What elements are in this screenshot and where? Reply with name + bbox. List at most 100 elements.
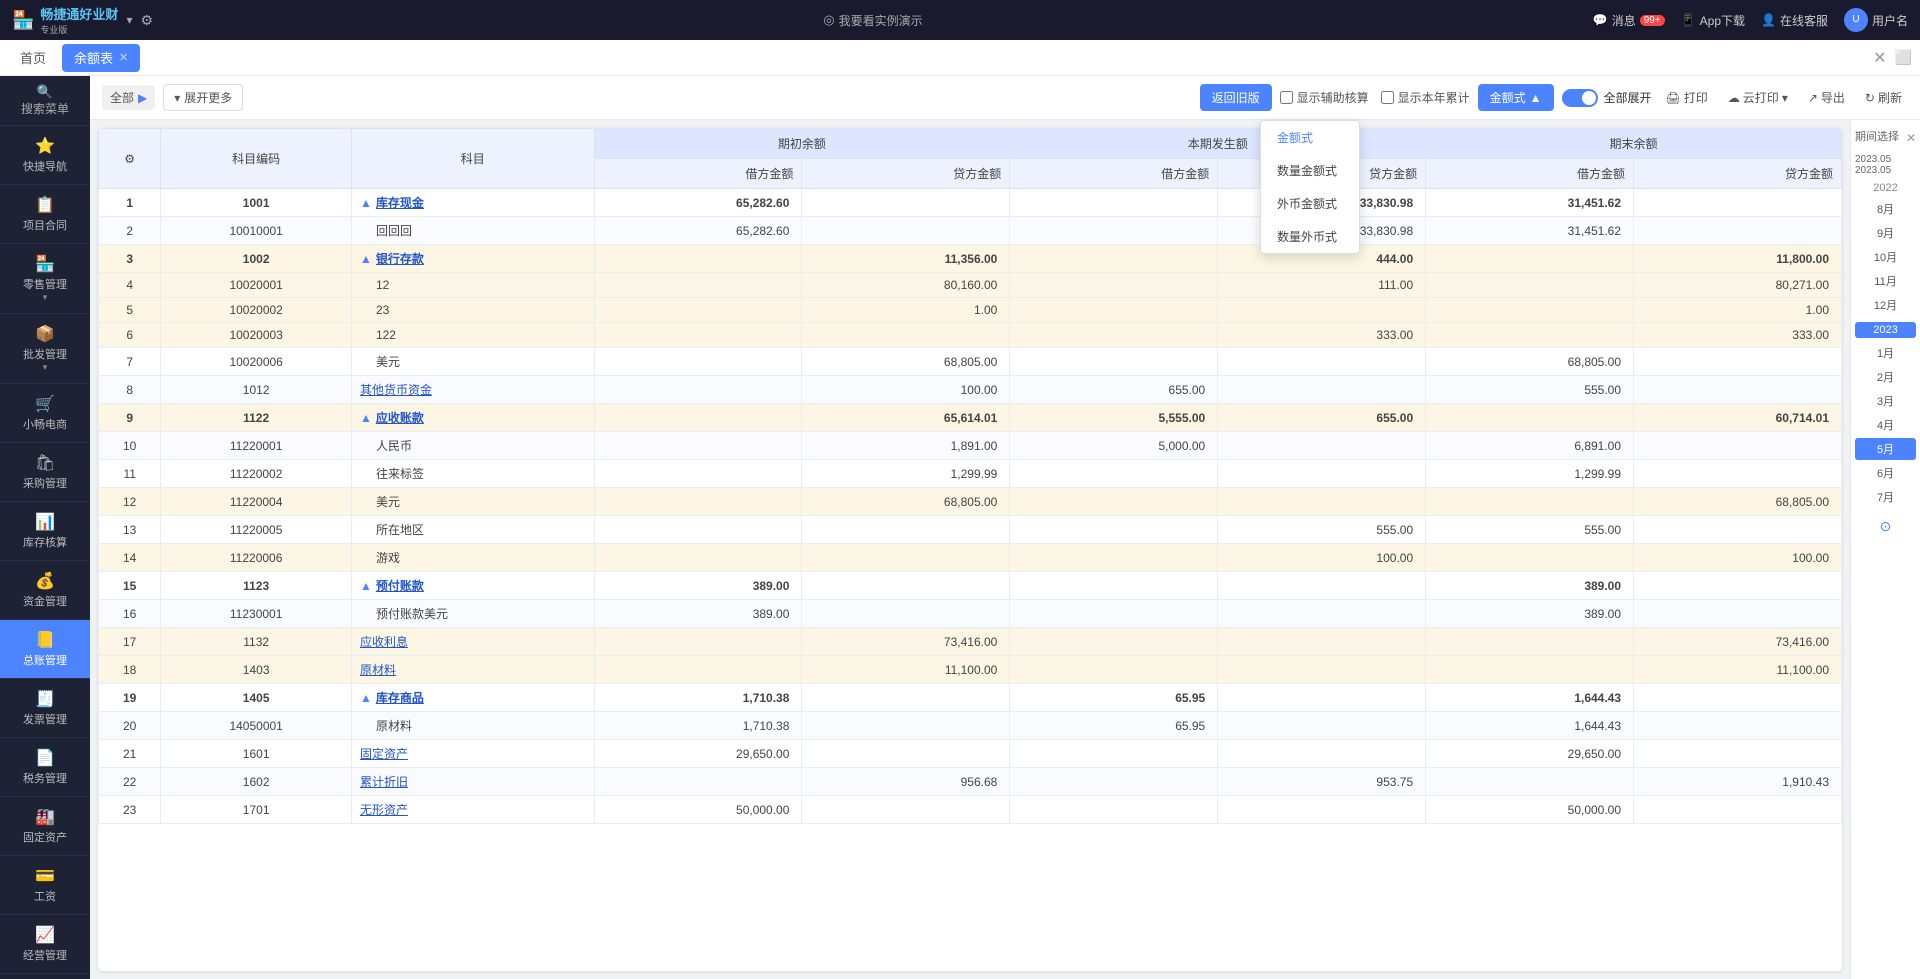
format-option-foreign-amount[interactable]: 外币金额式 [1261, 187, 1359, 220]
table-row[interactable]: 20 14050001 原材料 1,710.38 65.95 1,644.43 [99, 712, 1842, 740]
cloud-print-button[interactable]: ☁ 云打印 ▾ [1722, 85, 1794, 110]
table-row[interactable]: 18 1403 原材料 11,100.00 11,100.00 [99, 656, 1842, 684]
col-gear[interactable]: ⚙ [99, 129, 161, 189]
export-button[interactable]: ↗ 导出 [1802, 85, 1851, 110]
row-name[interactable]: ▲应收账款 [351, 404, 594, 432]
table-row[interactable]: 21 1601 固定资产 29,650.00 29,650.00 [99, 740, 1842, 768]
table-row[interactable]: 14 11220006 游戏 100.00 100.00 [99, 544, 1842, 572]
return-old-version-button[interactable]: 返回旧版 [1200, 84, 1272, 111]
sidebar-item-quick-nav[interactable]: ⭐ 快捷导航 [0, 126, 90, 185]
row-name[interactable]: ▲库存现金 [351, 189, 594, 217]
sidebar-item-capital[interactable]: 💰 资金管理 [0, 561, 90, 620]
sidebar-item-tax[interactable]: 📄 税务管理 [0, 738, 90, 797]
table-row[interactable]: 22 1602 累计折旧 956.68 953.75 1,910.43 [99, 768, 1842, 796]
row-name[interactable]: 无形资产 [351, 796, 594, 824]
row-name[interactable]: 回回回 [351, 217, 594, 245]
row-name[interactable]: 122 [351, 323, 594, 348]
tab-balance[interactable]: 余额表 ✕ [62, 44, 140, 72]
sidebar-item-invoice[interactable]: 🧾 发票管理 [0, 679, 90, 738]
table-row[interactable]: 1 1001 ▲库存现金 65,282.60 33,830.98 31,451.… [99, 189, 1842, 217]
row-name[interactable]: 固定资产 [351, 740, 594, 768]
sidebar-item-inventory[interactable]: 📊 库存核算 [0, 502, 90, 561]
format-option-amount[interactable]: 金额式 [1261, 121, 1359, 154]
table-row[interactable]: 13 11220005 所在地区 555.00 555.00 [99, 516, 1842, 544]
sidebar-item-fixed-assets[interactable]: 🏭 固定资产 [0, 797, 90, 856]
row-name[interactable]: 23 [351, 298, 594, 323]
table-row[interactable]: 23 1701 无形资产 50,000.00 50,000.00 [99, 796, 1842, 824]
month-2023-7[interactable]: 7月 [1855, 486, 1916, 508]
row-name[interactable]: 预付账款美元 [351, 600, 594, 628]
table-row[interactable]: 4 10020001 12 80,160.00 111.00 80,271.00 [99, 273, 1842, 298]
table-row[interactable]: 3 1002 ▲银行存款 11,356.00 444.00 11,800.00 [99, 245, 1842, 273]
refresh-button[interactable]: ↻ 刷新 [1859, 85, 1908, 110]
print-button[interactable]: 🖨 打印 [1660, 85, 1714, 110]
sidebar-item-sales[interactable]: 💼 小畅报销 [0, 974, 90, 979]
show-assist-checkbox[interactable]: 显示辅助核算 [1280, 89, 1369, 106]
table-row[interactable]: 16 11230001 预付账款美元 389.00 389.00 [99, 600, 1842, 628]
dropdown-arrow-icon[interactable]: ▾ [126, 13, 132, 27]
message-button[interactable]: 💬 消息 99+ [1593, 12, 1665, 29]
row-name[interactable]: 游戏 [351, 544, 594, 572]
row-name[interactable]: 应收利息 [351, 628, 594, 656]
table-row[interactable]: 19 1405 ▲库存商品 1,710.38 65.95 1,644.43 [99, 684, 1842, 712]
sidebar-item-purchase[interactable]: 🛍 采购管理 [0, 443, 90, 502]
month-2023-2[interactable]: 2月 [1855, 366, 1916, 388]
row-name[interactable]: 人民币 [351, 432, 594, 460]
month-2022-10[interactable]: 10月 [1855, 246, 1916, 268]
sidebar-item-retail[interactable]: 🏪 零售管理 ▾ [0, 244, 90, 314]
expand-more-button[interactable]: ▾ 展开更多 [163, 84, 243, 111]
sidebar-item-ledger[interactable]: 📒 总账管理 [0, 620, 90, 679]
close-window-icon[interactable]: ✕ [1873, 48, 1886, 68]
row-name[interactable]: ▲预付账款 [351, 572, 594, 600]
assist-checkbox-input[interactable] [1280, 91, 1293, 104]
table-row[interactable]: 15 1123 ▲预付账款 389.00 389.00 [99, 572, 1842, 600]
format-dropdown-button[interactable]: 金额式 ▲ [1478, 84, 1554, 111]
tab-home[interactable]: 首页 [8, 44, 58, 72]
format-option-qty-foreign[interactable]: 数量外币式 [1261, 220, 1359, 253]
row-name[interactable]: ▲库存商品 [351, 684, 594, 712]
row-name[interactable]: 其他货币资金 [351, 376, 594, 404]
maximize-icon[interactable]: ⬜ [1895, 49, 1912, 66]
month-2022-12[interactable]: 12月 [1855, 294, 1916, 316]
row-name[interactable]: 12 [351, 273, 594, 298]
row-name[interactable]: 累计折旧 [351, 768, 594, 796]
month-2023-3[interactable]: 3月 [1855, 390, 1916, 412]
table-row[interactable]: 6 10020003 122 333.00 333.00 [99, 323, 1842, 348]
row-name[interactable]: 原材料 [351, 712, 594, 740]
demo-link[interactable]: ◎ 我要看实例演示 [823, 12, 922, 29]
sidebar-item-wholesale[interactable]: 📦 批发管理 ▾ [0, 314, 90, 384]
sidebar-item-payroll[interactable]: 💳 工资 [0, 856, 90, 915]
table-row[interactable]: 11 11220002 往来标签 1,299.99 1,299.99 [99, 460, 1842, 488]
month-2023-4[interactable]: 4月 [1855, 414, 1916, 436]
month-2023-6[interactable]: 6月 [1855, 462, 1916, 484]
expand-all-toggle[interactable]: 全部展开 [1562, 89, 1652, 107]
table-row[interactable]: 12 11220004 美元 68,805.00 68,805.00 [99, 488, 1842, 516]
table-row[interactable]: 8 1012 其他货币资金 100.00 655.00 555.00 [99, 376, 1842, 404]
row-name[interactable]: ▲银行存款 [351, 245, 594, 273]
close-panel-icon[interactable]: ✕ [1906, 131, 1916, 145]
ytd-checkbox-input[interactable] [1381, 91, 1394, 104]
user-avatar[interactable]: U 用户名 [1844, 8, 1908, 32]
table-row[interactable]: 5 10020002 23 1.00 1.00 [99, 298, 1842, 323]
settings-icon[interactable]: ⚙ [140, 12, 153, 29]
row-name[interactable]: 美元 [351, 348, 594, 376]
row-name[interactable]: 原材料 [351, 656, 594, 684]
table-row[interactable]: 7 10020006 美元 68,805.00 68,805.00 [99, 348, 1842, 376]
app-download-button[interactable]: 📱 App下载 [1681, 12, 1745, 29]
toggle-switch[interactable] [1562, 89, 1598, 107]
nav-all-button[interactable]: 全部 ▶ [102, 85, 155, 110]
panel-expand-icon[interactable]: ⊙ [1880, 518, 1892, 534]
format-option-qty-amount[interactable]: 数量金额式 [1261, 154, 1359, 187]
table-row[interactable]: 9 1122 ▲应收账款 65,614.01 5,555.00 655.00 6… [99, 404, 1842, 432]
month-2022-9[interactable]: 9月 [1855, 222, 1916, 244]
row-name[interactable]: 美元 [351, 488, 594, 516]
sidebar-item-project[interactable]: 📋 项目合同 [0, 185, 90, 244]
row-name[interactable]: 往来标签 [351, 460, 594, 488]
month-2023-1[interactable]: 1月 [1855, 342, 1916, 364]
month-2022-11[interactable]: 11月 [1855, 270, 1916, 292]
tab-close-icon[interactable]: ✕ [119, 51, 128, 64]
table-row[interactable]: 10 11220001 人民币 1,891.00 5,000.00 6,891.… [99, 432, 1842, 460]
month-2023-5[interactable]: 5月 [1855, 438, 1916, 460]
sidebar-search[interactable]: 🔍 搜索菜单 [0, 76, 90, 126]
table-row[interactable]: 2 10010001 回回回 65,282.60 33,830.98 31,45… [99, 217, 1842, 245]
